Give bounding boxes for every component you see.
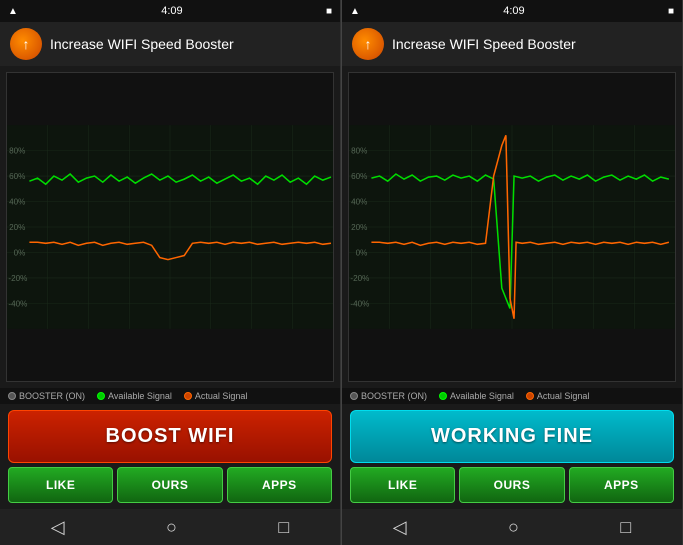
bottom-buttons-left: LIKE OURS APPS — [8, 467, 332, 503]
recents-icon-left[interactable]: □ — [278, 517, 289, 538]
legend-booster-label-right: BOOSTER (ON) — [361, 391, 427, 401]
recents-icon-right[interactable]: □ — [620, 517, 631, 538]
chart-svg-right: 80% 60% 40% 20% 0% -20% -40% — [349, 73, 675, 381]
app-header-right: ↑ Increase WIFI Speed Booster — [342, 22, 682, 66]
battery-icon-left: ■ — [326, 6, 332, 17]
like-button-right[interactable]: LIKE — [350, 467, 455, 503]
svg-text:0%: 0% — [14, 249, 26, 258]
status-icons-left: ▲ — [8, 6, 18, 17]
nav-bar-left: ◁ ○ □ — [0, 509, 340, 545]
apps-button-right[interactable]: APPS — [569, 467, 674, 503]
app-logo-left: ↑ — [10, 28, 42, 60]
app-title-right: Increase WIFI Speed Booster — [392, 36, 576, 52]
nav-bar-right: ◁ ○ □ — [342, 509, 682, 545]
working-fine-button[interactable]: WORKING FINE — [350, 410, 674, 463]
chart-area-right: 80% 60% 40% 20% 0% -20% -40% — [348, 72, 676, 382]
app-header-left: ↑ Increase WIFI Speed Booster — [0, 22, 340, 66]
legend-dot-green-right — [439, 392, 447, 400]
battery-icon-right: ■ — [668, 6, 674, 17]
bottom-buttons-right: LIKE OURS APPS — [350, 467, 674, 503]
back-icon-left[interactable]: ◁ — [51, 517, 65, 538]
app-logo-right: ↑ — [352, 28, 384, 60]
ours-button-left[interactable]: OURS — [117, 467, 222, 503]
legend-booster-label-left: BOOSTER (ON) — [19, 391, 85, 401]
svg-text:60%: 60% — [351, 172, 367, 181]
battery-icons-right: ■ — [668, 6, 674, 17]
legend-dot-gray-left — [8, 392, 16, 400]
legend-available-label-left: Available Signal — [108, 391, 172, 401]
legend-dot-orange-right — [526, 392, 534, 400]
legend-booster-right: BOOSTER (ON) — [350, 391, 427, 401]
legend-available-label-right: Available Signal — [450, 391, 514, 401]
legend-actual-label-right: Actual Signal — [537, 391, 590, 401]
svg-text:20%: 20% — [9, 223, 25, 232]
svg-text:-20%: -20% — [350, 274, 369, 283]
status-bar-left: ▲ 4:09 ■ — [0, 0, 340, 22]
like-button-left[interactable]: LIKE — [8, 467, 113, 503]
svg-text:0%: 0% — [356, 249, 368, 258]
svg-text:60%: 60% — [9, 172, 25, 181]
chart-svg-left: 80% 60% 40% 20% 0% -20% -40% — [7, 73, 333, 381]
apps-button-left[interactable]: APPS — [227, 467, 332, 503]
legend-dot-orange-left — [184, 392, 192, 400]
chart-legend-right: BOOSTER (ON) Available Signal Actual Sig… — [342, 388, 682, 404]
legend-actual-right: Actual Signal — [526, 391, 590, 401]
right-panel: ▲ 4:09 ■ ↑ Increase WIFI Speed Booster — [342, 0, 683, 545]
legend-actual-label-left: Actual Signal — [195, 391, 248, 401]
svg-text:-20%: -20% — [8, 274, 27, 283]
svg-text:40%: 40% — [9, 198, 25, 207]
legend-dot-green-left — [97, 392, 105, 400]
svg-text:40%: 40% — [351, 198, 367, 207]
wifi-icon-left: ▲ — [8, 6, 18, 17]
status-bar-right: ▲ 4:09 ■ — [342, 0, 682, 22]
svg-text:80%: 80% — [351, 147, 367, 156]
time-right: 4:09 — [503, 5, 524, 17]
legend-available-right: Available Signal — [439, 391, 514, 401]
chart-area-left: 80% 60% 40% 20% 0% -20% -40% — [6, 72, 334, 382]
legend-actual-left: Actual Signal — [184, 391, 248, 401]
ours-button-right[interactable]: OURS — [459, 467, 564, 503]
home-icon-left[interactable]: ○ — [166, 517, 177, 538]
chart-legend-left: BOOSTER (ON) Available Signal Actual Sig… — [0, 388, 340, 404]
wifi-icon-right: ▲ — [350, 6, 360, 17]
app-title-left: Increase WIFI Speed Booster — [50, 36, 234, 52]
svg-text:-40%: -40% — [8, 299, 27, 308]
status-icons-right: ▲ — [350, 6, 360, 17]
legend-dot-gray-right — [350, 392, 358, 400]
boost-wifi-button[interactable]: BOOST WIFI — [8, 410, 332, 463]
svg-text:20%: 20% — [351, 223, 367, 232]
back-icon-right[interactable]: ◁ — [393, 517, 407, 538]
home-icon-right[interactable]: ○ — [508, 517, 519, 538]
left-panel: ▲ 4:09 ■ ↑ Increase WIFI Speed Booster — [0, 0, 341, 545]
battery-icons-left: ■ — [326, 6, 332, 17]
time-left: 4:09 — [161, 5, 182, 17]
legend-booster-left: BOOSTER (ON) — [8, 391, 85, 401]
svg-text:-40%: -40% — [350, 299, 369, 308]
svg-text:80%: 80% — [9, 147, 25, 156]
legend-available-left: Available Signal — [97, 391, 172, 401]
